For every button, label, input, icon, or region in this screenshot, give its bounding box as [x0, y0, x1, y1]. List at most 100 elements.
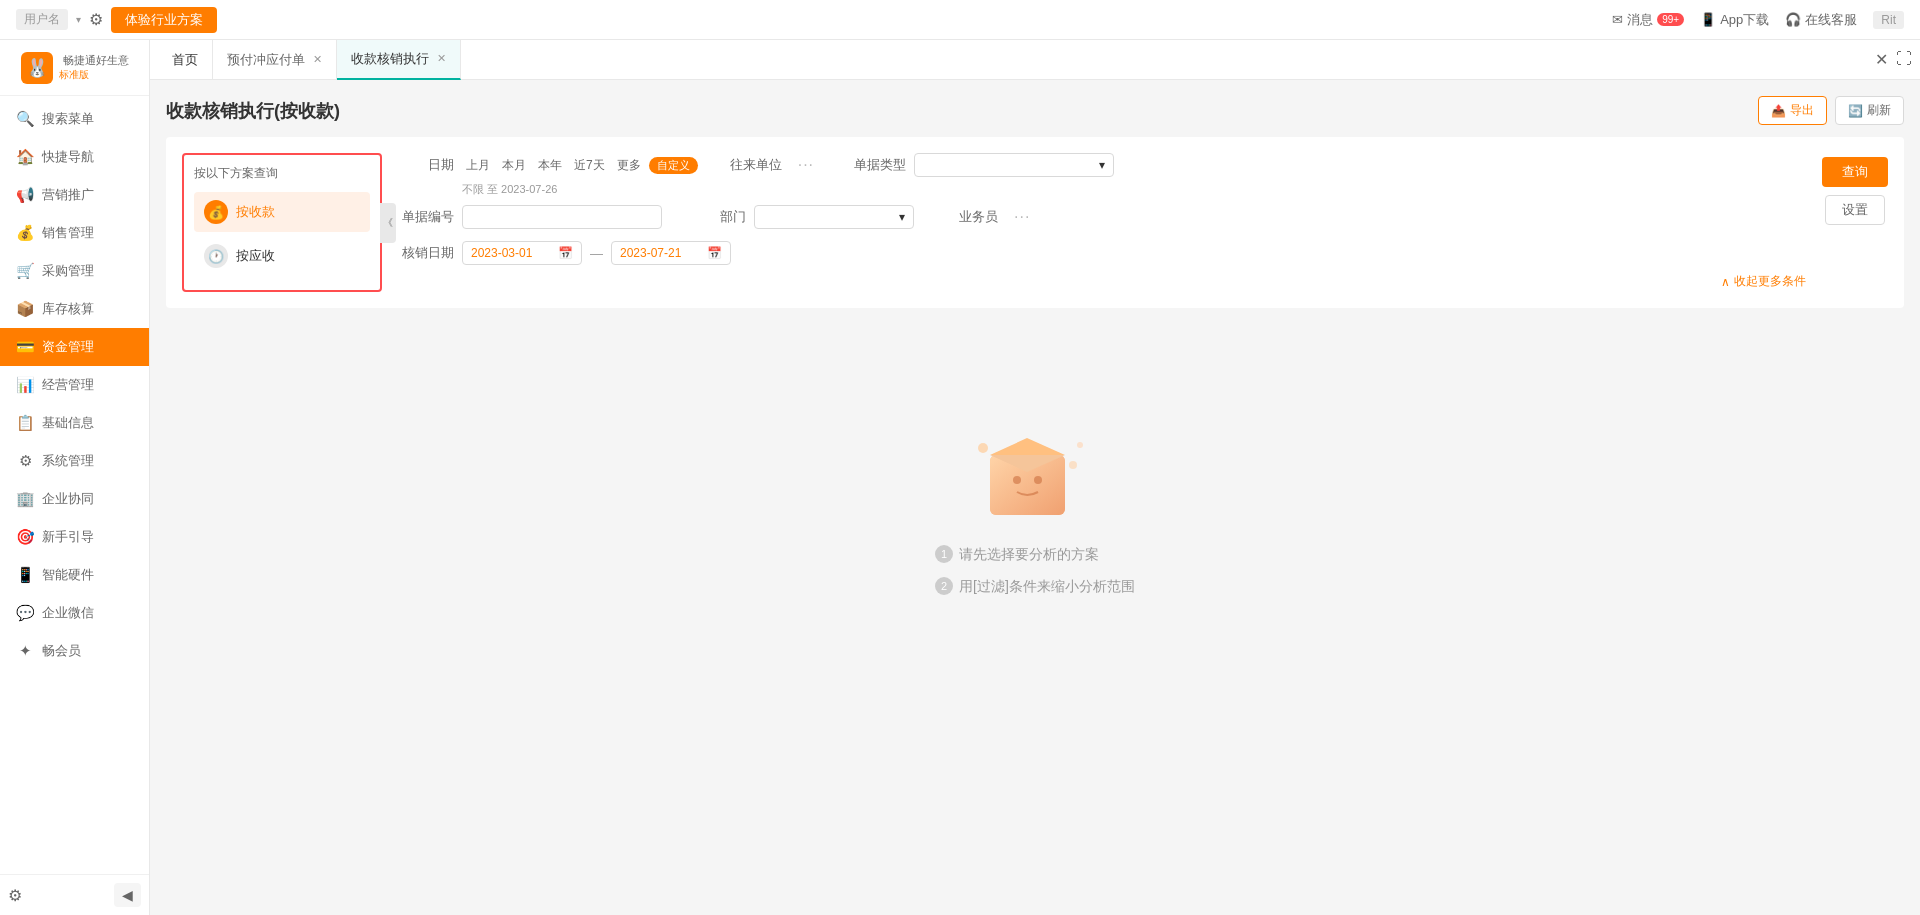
content-area: 首页 预付冲应付单 ✕ 收款核销执行 ✕ ✕ ⛶ 收款核销执行(按收款) — [150, 40, 1920, 915]
by-receivable-icon: 🕐 — [204, 244, 228, 268]
sidebar-item-quick-nav[interactable]: 🏠 快捷导航 — [0, 138, 149, 176]
tab-home[interactable]: 首页 — [158, 40, 213, 80]
calendar-end-icon: 📅 — [707, 246, 722, 260]
collapse-conditions[interactable]: ∧ 收起更多条件 — [394, 273, 1806, 290]
top-header: 用户名 ▾ ⚙ 体验行业方案 ✉ 消息 99+ 📱 App下载 🎧 在线客服 R… — [0, 0, 1920, 40]
custom-date-tag[interactable]: 自定义 — [649, 157, 698, 174]
date-range-separator: — — [590, 246, 603, 261]
sidebar-bottom: ⚙ ◀ — [0, 874, 149, 915]
voucher-type-field: 单据类型 ▾ — [846, 153, 1114, 177]
voucher-no-label: 单据编号 — [394, 208, 454, 226]
purchase-icon: 🛒 — [16, 262, 34, 280]
staff-dots[interactable]: ··· — [1006, 208, 1038, 226]
filter-left: 按以下方案查询 💰 按收款 🕐 按应收 《 — [182, 153, 382, 292]
user-name[interactable]: Rit — [1873, 11, 1904, 29]
sidebar-item-hardware[interactable]: 📱 智能硬件 — [0, 556, 149, 594]
filter-panel-collapse-button[interactable]: 《 — [380, 203, 396, 243]
settle-date-range: 2023-03-01 📅 — 2023-07-21 📅 — [462, 241, 731, 265]
filter-settings-button[interactable]: 设置 — [1825, 195, 1885, 225]
message-icon: ✉ — [1612, 12, 1623, 27]
refresh-button[interactable]: 🔄 刷新 — [1835, 96, 1904, 125]
this-month-btn[interactable]: 本月 — [498, 155, 530, 176]
sidebar-item-finance[interactable]: 💳 资金管理 — [0, 328, 149, 366]
sidebar-item-sales[interactable]: 💰 销售管理 — [0, 214, 149, 252]
filter-option-by-receivable[interactable]: 🕐 按应收 — [194, 236, 370, 276]
guide-icon: 🎯 — [16, 528, 34, 546]
tab-close-all-icon[interactable]: ✕ — [1875, 50, 1888, 69]
dept-select[interactable]: ▾ — [754, 205, 914, 229]
system-icon: ⚙ — [16, 452, 34, 470]
query-button[interactable]: 查询 — [1822, 157, 1888, 187]
sidebar-item-wechat[interactable]: 💬 企业微信 — [0, 594, 149, 632]
svg-point-4 — [1013, 476, 1021, 484]
sidebar-item-basic-info[interactable]: 📋 基础信息 — [0, 404, 149, 442]
last-7days-btn[interactable]: 近7天 — [570, 155, 609, 176]
settle-date-end[interactable]: 2023-07-21 📅 — [611, 241, 731, 265]
header-right: ✉ 消息 99+ 📱 App下载 🎧 在线客服 Rit — [1612, 11, 1904, 29]
voucher-type-select[interactable]: ▾ — [914, 153, 1114, 177]
sidebar-item-marketing[interactable]: 📢 营销推广 — [0, 176, 149, 214]
export-icon: 📤 — [1771, 104, 1786, 118]
sidebar-logo: 🐰 畅捷通好生意 标准版 — [0, 40, 149, 96]
marketing-icon: 📢 — [16, 186, 34, 204]
logo-icon: 🐰 — [21, 52, 53, 84]
main-container: 🐰 畅捷通好生意 标准版 🔍 搜索菜单 🏠 快捷导航 📢 营销推广 💰 销售管理 — [0, 40, 1920, 915]
sidebar-settings-icon[interactable]: ⚙ — [8, 886, 22, 905]
dept-dropdown-icon: ▾ — [899, 210, 905, 224]
sidebar-collapse-button[interactable]: ◀ — [114, 883, 141, 907]
sidebar-item-inventory[interactable]: 📦 库存核算 — [0, 290, 149, 328]
filter-option-by-receipt[interactable]: 💰 按收款 — [194, 192, 370, 232]
tab-receivable[interactable]: 收款核销执行 ✕ — [337, 40, 461, 80]
logo-text: 畅捷通好生意 — [63, 53, 129, 67]
page-content: 收款核销执行(按收款) 📤 导出 🔄 刷新 按以下方案查询 — [150, 80, 1920, 915]
finance-icon: 💳 — [16, 338, 34, 356]
date-label: 日期 — [394, 156, 454, 174]
app-icon: 📱 — [1700, 12, 1716, 27]
dept-field: 部门 ▾ — [686, 205, 914, 229]
partner-field: 往来单位 ··· — [722, 156, 822, 174]
settle-date-label: 核销日期 — [394, 244, 454, 262]
staff-field: 业务员 ··· — [938, 208, 1038, 226]
sidebar-item-system[interactable]: ⚙ 系统管理 — [0, 442, 149, 480]
sidebar-item-enterprise[interactable]: 🏢 企业协同 — [0, 480, 149, 518]
empty-state: 1 请先选择要分析的方案 2 用[过滤]条件来缩小分析范围 — [166, 320, 1904, 680]
solution-button[interactable]: 体验行业方案 — [111, 7, 217, 33]
company-dropdown-icon[interactable]: ▾ — [76, 14, 81, 25]
hardware-icon: 📱 — [16, 566, 34, 584]
tab-prepaid-close[interactable]: ✕ — [313, 53, 322, 66]
collapse-icon: ∧ — [1721, 275, 1730, 289]
voucher-no-input[interactable] — [462, 205, 662, 229]
date-unlimit: 不限 至 2023-07-26 — [462, 183, 557, 195]
svg-point-6 — [978, 443, 988, 453]
page-actions: 📤 导出 🔄 刷新 — [1758, 96, 1904, 125]
more-date-btn[interactable]: 更多 — [613, 155, 645, 176]
settle-date-start[interactable]: 2023-03-01 📅 — [462, 241, 582, 265]
last-month-btn[interactable]: 上月 — [462, 155, 494, 176]
dept-label: 部门 — [686, 208, 746, 226]
online-service-action[interactable]: 🎧 在线客服 — [1785, 11, 1857, 29]
date-shortcuts: 上月 本月 本年 近7天 更多 自定义 — [462, 155, 698, 176]
app-download-action[interactable]: 📱 App下载 — [1700, 11, 1769, 29]
message-action[interactable]: ✉ 消息 99+ — [1612, 11, 1684, 29]
company-name: 用户名 — [16, 9, 68, 30]
page-header: 收款核销执行(按收款) 📤 导出 🔄 刷新 — [166, 96, 1904, 125]
sidebar-item-member[interactable]: ✦ 畅会员 — [0, 632, 149, 670]
tab-prepaid[interactable]: 预付冲应付单 ✕ — [213, 40, 337, 80]
sidebar-item-purchase[interactable]: 🛒 采购管理 — [0, 252, 149, 290]
sidebar-item-guide[interactable]: 🎯 新手引导 — [0, 518, 149, 556]
settings-icon[interactable]: ⚙ — [89, 10, 103, 29]
by-receipt-icon: 💰 — [204, 200, 228, 224]
this-year-btn[interactable]: 本年 — [534, 155, 566, 176]
partner-dots[interactable]: ··· — [790, 156, 822, 174]
tab-receivable-close[interactable]: ✕ — [437, 52, 446, 65]
sales-icon: 💰 — [16, 224, 34, 242]
svg-marker-2 — [990, 438, 1065, 455]
voucher-no-field: 单据编号 — [394, 205, 662, 229]
sidebar-item-search-menu[interactable]: 🔍 搜索菜单 — [0, 100, 149, 138]
export-button[interactable]: 📤 导出 — [1758, 96, 1827, 125]
tab-expand-icon[interactable]: ⛶ — [1896, 50, 1912, 69]
wechat-icon: 💬 — [16, 604, 34, 622]
sidebar-item-operations[interactable]: 📊 经营管理 — [0, 366, 149, 404]
filter-left-title: 按以下方案查询 — [194, 165, 370, 182]
voucher-type-dropdown-icon: ▾ — [1099, 158, 1105, 172]
